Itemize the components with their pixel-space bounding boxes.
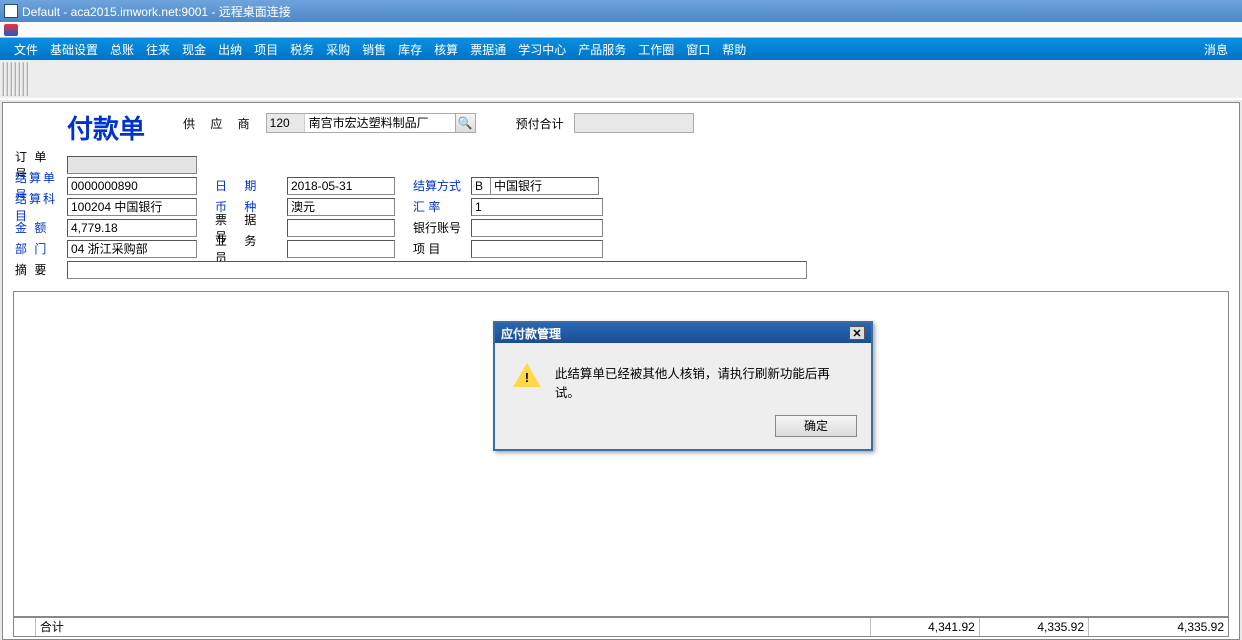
bill-no-field[interactable] (287, 219, 395, 237)
toolbar (0, 60, 1242, 100)
supplier-code: 120 (267, 114, 305, 132)
menu-sales[interactable]: 销售 (360, 41, 388, 58)
supplier-input[interactable]: 120 南宫市宏达塑料制品厂 🔍 (266, 113, 476, 133)
rate-label: 汇 率 (413, 198, 471, 215)
menu-cash[interactable]: 现金 (180, 41, 208, 58)
date-field[interactable]: 2018-05-31 (287, 177, 395, 195)
search-icon[interactable]: 🔍 (455, 114, 475, 132)
bank-acct-field[interactable] (471, 219, 603, 237)
totals-balance: 4,341.92 (871, 618, 980, 636)
menu-message[interactable]: 消息 (1202, 41, 1230, 58)
totals-mid: 4,335.92 (1089, 618, 1228, 636)
menu-stock[interactable]: 库存 (396, 41, 424, 58)
menu-learn[interactable]: 学习中心 (516, 41, 568, 58)
settle-mode-name[interactable]: 中国银行 (491, 177, 599, 195)
menu-window[interactable]: 窗口 (684, 41, 712, 58)
currency-field[interactable]: 澳元 (287, 198, 395, 216)
menu-purchase[interactable]: 采购 (324, 41, 352, 58)
app-brand-row (0, 22, 1242, 38)
menu-ar[interactable]: 往来 (144, 41, 172, 58)
warning-icon (513, 363, 541, 387)
amount-label: 金 额 (15, 219, 67, 236)
outer-window-titlebar: Default - aca2015.imwork.net:9001 - 远程桌面… (0, 0, 1242, 22)
menu-cashier[interactable]: 出纳 (216, 41, 244, 58)
window-title: Default - aca2015.imwork.net:9001 - 远程桌面… (22, 3, 291, 20)
menu-basic[interactable]: 基础设置 (48, 41, 100, 58)
menu-product[interactable]: 产品服务 (576, 41, 628, 58)
menu-tax[interactable]: 税务 (288, 41, 316, 58)
dialog-title: 应付款管理 (501, 325, 561, 342)
supplier-name: 南宫市宏达塑料制品厂 (305, 114, 455, 132)
project-label: 项 目 (413, 240, 471, 257)
rate-field[interactable]: 1 (471, 198, 603, 216)
remark-label: 摘 要 (15, 261, 67, 278)
app-brand-icon (4, 24, 18, 36)
supplier-label: 供 应 商 (183, 115, 256, 132)
menu-gl[interactable]: 总账 (108, 41, 136, 58)
remark-field[interactable] (67, 261, 807, 279)
settle-mode-code[interactable]: B (471, 177, 491, 195)
menu-file[interactable]: 文件 (12, 41, 40, 58)
main-menubar: 文件 基础设置 总账 往来 现金 出纳 项目 税务 采购 销售 库存 核算 票据… (0, 38, 1242, 60)
settle-no-field[interactable]: 0000000890 (67, 177, 197, 195)
menu-help[interactable]: 帮助 (720, 41, 748, 58)
alert-dialog: 应付款管理 ✕ 此结算单已经被其他人核销，请执行刷新功能后再试。 确定 (493, 321, 873, 451)
dept-field[interactable]: 04 浙江采购部 (67, 240, 197, 258)
dept-label: 部 门 (15, 240, 67, 257)
amount-field[interactable]: 4,779.18 (67, 219, 197, 237)
close-icon[interactable]: ✕ (849, 326, 865, 340)
ok-button[interactable]: 确定 (775, 415, 857, 437)
menu-workgroup[interactable]: 工作圈 (636, 41, 676, 58)
menu-project[interactable]: 项目 (252, 41, 280, 58)
clerk-field[interactable] (287, 240, 395, 258)
menu-bill[interactable]: 票据通 (468, 41, 508, 58)
order-no-field (67, 156, 197, 174)
menu-account[interactable]: 核算 (432, 41, 460, 58)
dialog-message: 此结算单已经被其他人核销，请执行刷新功能后再试。 (555, 363, 853, 401)
prepay-total-field (574, 113, 694, 133)
settle-mode-label: 结算方式 (413, 177, 471, 194)
totals-row: 合计 4,341.92 4,335.92 4,335.92 (13, 617, 1229, 637)
acct-subj-field[interactable]: 100204 中国银行 (67, 198, 197, 216)
prepay-total-label: 预付合计 (516, 115, 564, 132)
totals-label: 合计 (36, 618, 871, 636)
totals-current: 4,335.92 (980, 618, 1089, 636)
project-field[interactable] (471, 240, 603, 258)
date-label: 日 期 (215, 177, 287, 194)
bank-acct-label: 银行账号 (413, 219, 471, 236)
rdp-icon (4, 4, 18, 18)
